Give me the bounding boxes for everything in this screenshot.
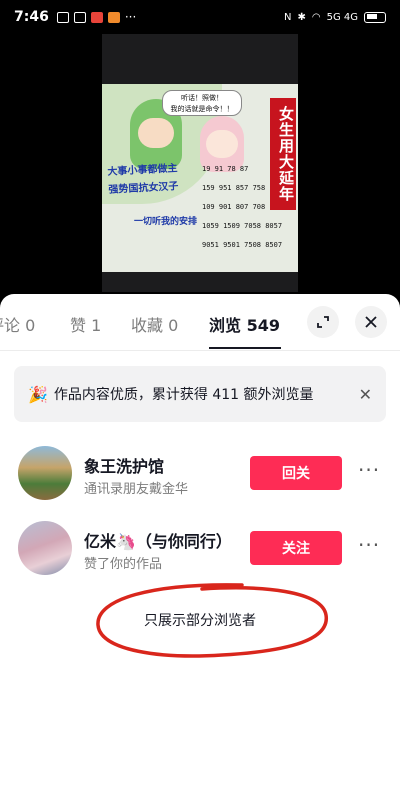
status-right: N ✱ ◠ 5G 4G: [283, 11, 386, 23]
expand-button[interactable]: [307, 306, 339, 338]
signal-text: 5G 4G: [326, 11, 358, 23]
quality-notice: 🎉 作品内容优质，累计获得 411 额外浏览量 ✕: [14, 366, 386, 422]
nfc-icon: N: [283, 11, 292, 23]
tab-comments[interactable]: 评论 0: [0, 312, 35, 336]
number-line: 9051 9501 7508 8507: [202, 241, 283, 249]
partial-viewers-note: 只展示部分浏览者: [144, 613, 256, 629]
more-options-icon[interactable]: ···: [358, 458, 380, 482]
slogan-text: 大事小事都做主 强势国抗女汉子: [107, 160, 179, 200]
meme-image[interactable]: 听话！照做！ 我的话就是命令！！ 女生用大延年 大事小事都做主 强势国抗女汉子 …: [102, 84, 298, 272]
more-options-icon[interactable]: ···: [358, 533, 380, 557]
user-name[interactable]: 亿米🦄（与你同行）: [84, 528, 232, 552]
user-subtitle: 通讯录朋友戴金华: [84, 482, 189, 497]
avatar[interactable]: [18, 446, 72, 500]
user-subtitle: 赞了你的作品: [84, 557, 163, 572]
notice-close-icon[interactable]: ✕: [359, 385, 372, 404]
close-button[interactable]: [355, 306, 387, 338]
battery-icon: [364, 11, 386, 23]
bluetooth-icon: ✱: [297, 11, 306, 23]
number-list: 19 91 78 87 159 951 857 758 109 901 807 …: [202, 160, 282, 255]
tab-views[interactable]: 浏览 549: [209, 312, 280, 336]
slogan-line-2: 强势国抗女汉子: [108, 181, 179, 196]
notice-text: 作品内容优质，累计获得 411 额外浏览量: [53, 387, 314, 403]
video-preview-area: 听话！照做！ 我的话就是命令！！ 女生用大延年 大事小事都做主 强势国抗女汉子 …: [0, 34, 400, 294]
wifi-icon: ◠: [311, 11, 321, 23]
tab-likes[interactable]: 赞 1: [70, 312, 101, 336]
gift-notification-icon: [73, 11, 86, 23]
avatar[interactable]: [18, 521, 72, 575]
frog-face-icon: [138, 118, 174, 148]
red-app-icon: [90, 11, 103, 23]
expand-icon: [317, 316, 329, 328]
follow-button[interactable]: 关注: [250, 531, 342, 565]
status-time: 7:46: [14, 9, 49, 25]
girl-face-icon: [206, 130, 238, 158]
status-bar: 7:46 ··· N ✱ ◠ 5G 4G: [0, 0, 400, 34]
tab-favorites[interactable]: 收藏 0: [131, 312, 178, 336]
number-line: 19 91 78 87: [202, 165, 249, 173]
viewer-sheet: 评论 0 赞 1 收藏 0 浏览 549 🎉 作品内容优质，累计获得 411 额…: [0, 294, 400, 800]
list-item[interactable]: 亿米🦄（与你同行） 赞了你的作品 关注 ···: [0, 521, 400, 581]
active-tab-indicator: [209, 347, 281, 349]
number-line: 159 951 857 758: [202, 184, 266, 192]
user-name[interactable]: 象王洗护馆: [84, 453, 164, 477]
speech-bubble: 听话！照做！ 我的话就是命令！！: [162, 90, 242, 116]
follow-back-button[interactable]: 回关: [250, 456, 342, 490]
number-line: 1059 1509 7058 8057: [202, 222, 283, 230]
party-icon: 🎉: [28, 384, 48, 404]
list-item[interactable]: 象王洗护馆 通讯录朋友戴金华 回关 ···: [0, 446, 400, 506]
number-line: 109 901 807 708: [202, 203, 266, 211]
more-notifications-icon: ···: [124, 10, 137, 24]
tab-bar: 评论 0 赞 1 收藏 0 浏览 549: [0, 294, 400, 351]
slogan-line-3: 一切听我的安排: [134, 217, 198, 227]
notification-icons: ···: [56, 10, 137, 24]
orange-app-icon: [107, 11, 120, 23]
close-icon: [365, 316, 377, 328]
app-notification-icon: [56, 11, 69, 23]
